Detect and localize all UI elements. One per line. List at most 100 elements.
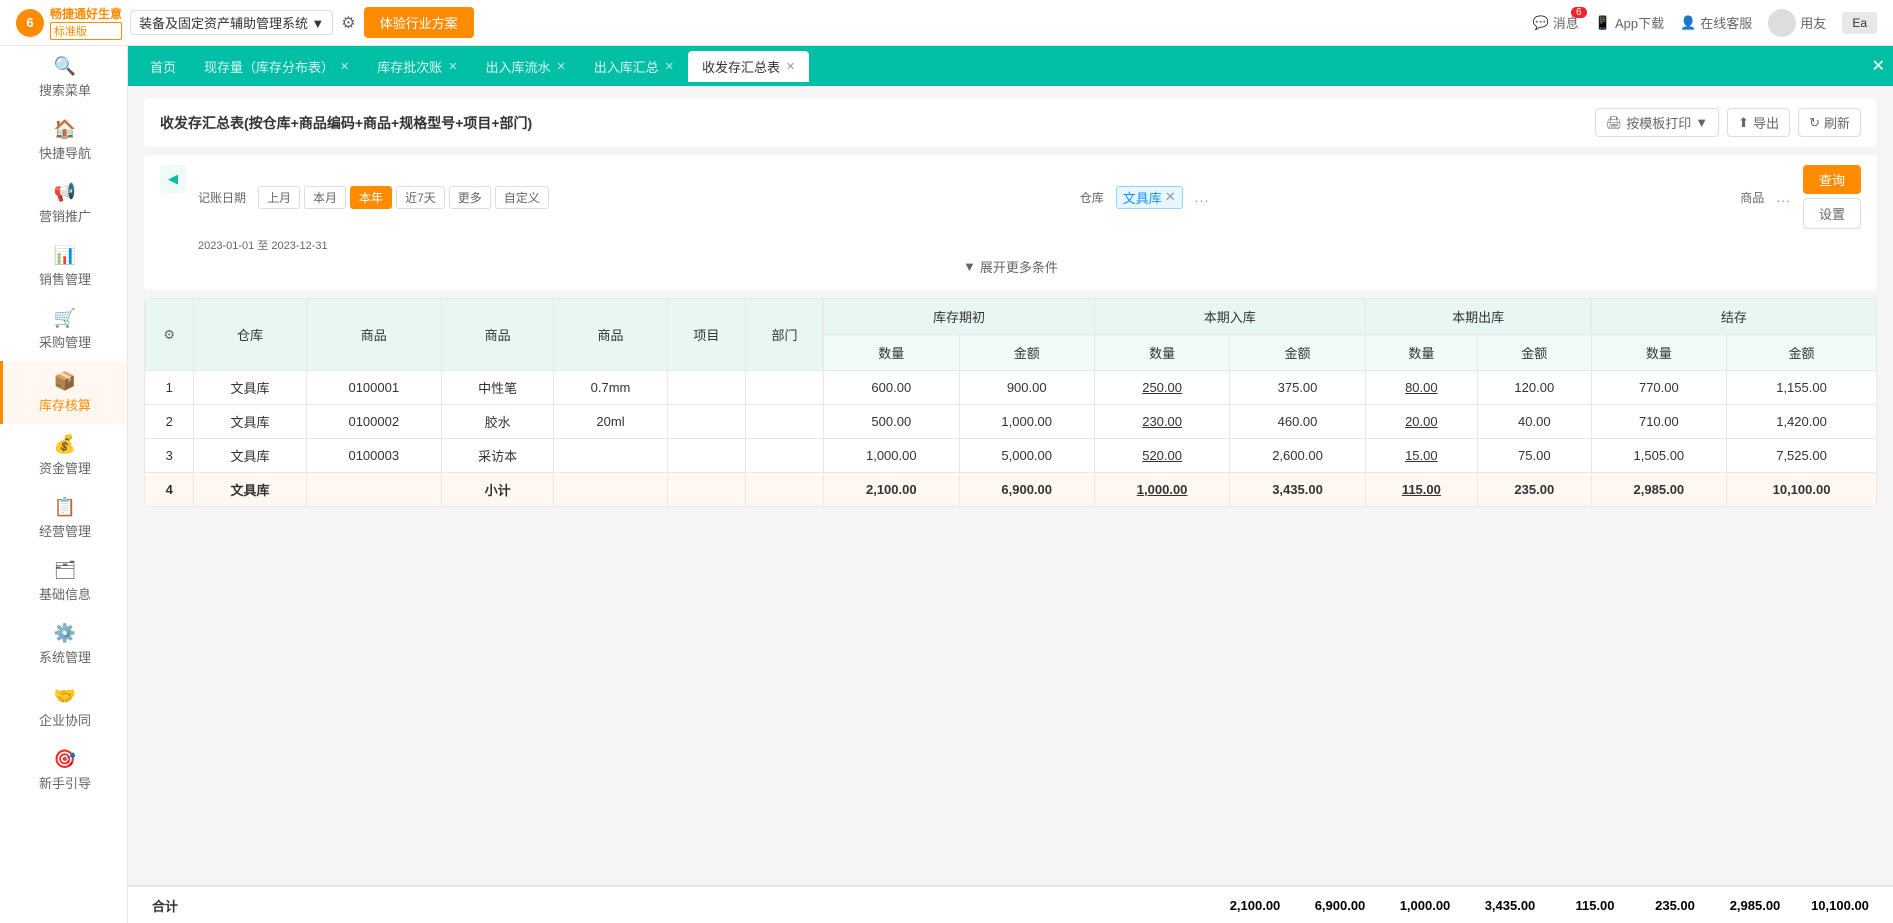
sidebar-item-operations[interactable]: 📋 经营管理 [0,487,127,550]
cell-dept [745,405,823,439]
tab-bar-close[interactable]: ✕ [1872,56,1885,76]
table-settings-icon[interactable]: ⚙ [163,327,175,342]
date-btn-more[interactable]: 更多 [449,186,491,209]
th-qty-init: 数量 [824,335,959,371]
guide-icon: 🎯 [54,749,76,770]
query-button[interactable]: 查询 [1803,165,1861,194]
date-btn-this-month[interactable]: 本月 [304,186,346,209]
tab-flow[interactable]: 出入库流水 ✕ [471,51,579,82]
sidebar-item-purchase[interactable]: 🛒 采购管理 [0,298,127,361]
cell-amt-init: 6,900.00 [959,473,1094,507]
sidebar-item-marketing[interactable]: 📢 营销推广 [0,172,127,235]
goods-more-dots[interactable]: ... [1776,189,1791,205]
footer-qty-out: 115.00 [1555,898,1635,913]
app-download-item[interactable]: 📱 App下载 [1595,13,1664,32]
date-btn-last-month[interactable]: 上月 [258,186,300,209]
cell-amt-bal: 1,155.00 [1727,371,1877,405]
cell-qty-init: 2,100.00 [824,473,959,507]
purchase-icon: 🛒 [54,308,76,329]
sidebar-item-collab[interactable]: 🤝 企业协同 [0,676,127,739]
date-btn-this-year[interactable]: 本年 [350,186,392,209]
tab-close-batch[interactable]: ✕ [448,60,457,73]
date-btn-custom[interactable]: 自定义 [495,186,549,209]
sidebar-item-inventory[interactable]: 📦 库存核算 [0,361,127,424]
cell-qty-out[interactable]: 20.00 [1365,405,1477,439]
tab-home[interactable]: 首页 [136,51,190,82]
sidebar-item-guide[interactable]: 🎯 新手引导 [0,739,127,802]
cell-name: 中性笔 [442,371,554,405]
warehouse-more-dots[interactable]: ... [1195,189,1210,205]
cell-qty-in[interactable]: 250.00 [1094,371,1229,405]
cell-qty-in[interactable]: 520.00 [1094,439,1229,473]
warehouse-filter-label: 仓库 [1080,189,1104,206]
refresh-button[interactable]: ↻ 刷新 [1798,108,1861,137]
collab-icon: 🤝 [54,686,76,707]
sidebar-item-sales[interactable]: 📊 销售管理 [0,235,127,298]
th-in: 本期入库 [1094,299,1365,335]
cell-qty-in[interactable]: 230.00 [1094,405,1229,439]
tab-close-flow[interactable]: ✕ [557,60,566,73]
settings-icon[interactable]: ⚙ [341,13,355,33]
cell-spec [554,439,668,473]
inventory-icon: 📦 [54,371,76,392]
collapse-btn[interactable]: ◀ [160,165,186,193]
cell-qty-out[interactable]: 80.00 [1365,371,1477,405]
logo-icon: 6 [16,9,44,37]
cell-amt-in: 3,435.00 [1230,473,1365,507]
logo-area: 6 畅捷通好生意 标准版 [16,5,122,40]
cell-no: 2 [145,405,194,439]
message-badge: 6 [1571,7,1587,18]
th-qty-out: 数量 [1365,335,1477,371]
cell-qty-out[interactable]: 115.00 [1365,473,1477,507]
tab-receipt-issue[interactable]: 收发存汇总表 ✕ [688,51,809,82]
header-left: 6 畅捷通好生意 标准版 装备及固定资产辅助管理系统 ▼ ⚙ 体验行业方案 [16,5,474,40]
sidebar: 🔍 搜索菜单 🏠 快捷导航 📢 营销推广 📊 销售管理 🛒 采购管理 📦 库存核… [0,46,128,923]
tab-batch[interactable]: 库存批次账 ✕ [363,51,471,82]
user-item[interactable]: 用友 [1768,9,1826,37]
sidebar-item-quicknav[interactable]: 🏠 快捷导航 [0,109,127,172]
trial-button[interactable]: 体验行业方案 [364,7,474,38]
th-out: 本期出库 [1365,299,1591,335]
chevron-down-icon: ▼ [1695,115,1708,130]
tab-close-summary[interactable]: ✕ [665,60,674,73]
cell-qty-out[interactable]: 15.00 [1365,439,1477,473]
tab-summary[interactable]: 出入库汇总 ✕ [580,51,688,82]
table-row: 1文具库0100001中性笔0.7mm600.00900.00250.00375… [145,371,1877,405]
content-area: 首页 现存量（库存分布表） ✕ 库存批次账 ✕ 出入库流水 ✕ 出入库汇总 ✕ … [128,46,1893,923]
table-wrapper: ⚙ 仓库 商品 商品 商品 项目 部门 库存期初 本期入库 本期出库 结存 [144,298,1877,507]
settings-button[interactable]: 设置 [1803,198,1861,229]
footer-total-values: 2,100.00 6,900.00 1,000.00 3,435.00 115.… [456,898,1885,913]
cell-amt-init: 900.00 [959,371,1094,405]
cell-no: 3 [145,439,194,473]
tab-close-stock-dist[interactable]: ✕ [340,60,349,73]
th-qty-bal: 数量 [1591,335,1726,371]
system-select[interactable]: 装备及固定资产辅助管理系统 ▼ [130,10,333,35]
sidebar-item-basicinfo[interactable]: 🗂 基础信息 [0,550,127,613]
sidebar-item-finance[interactable]: 💰 资金管理 [0,424,127,487]
warehouse-tag-close[interactable]: ✕ [1165,189,1176,205]
export-button[interactable]: ⬆ 导出 [1727,108,1790,137]
th-name: 商品 [442,299,554,371]
sidebar-item-search[interactable]: 🔍 搜索菜单 [0,46,127,109]
cell-warehouse: 文具库 [194,473,306,507]
page-title-bar: 收发存汇总表(按仓库+商品编码+商品+规格型号+项目+部门) 🖨 按模板打印 ▼… [144,98,1877,147]
cell-amt-in: 460.00 [1230,405,1365,439]
date-buttons: 上月 本月 本年 近7天 更多 自定义 [258,186,549,209]
warehouse-tag[interactable]: 文具库 ✕ [1116,186,1183,209]
tab-stock-dist[interactable]: 现存量（库存分布表） ✕ [190,51,363,82]
message-icon-item[interactable]: 💬 消息 6 [1533,13,1579,32]
footer-bar: 合计 2,100.00 6,900.00 1,000.00 3,435.00 1… [128,885,1893,923]
refresh-icon: ↻ [1809,115,1820,131]
cell-amt-bal: 1,420.00 [1727,405,1877,439]
sidebar-item-system[interactable]: ⚙️ 系统管理 [0,613,127,676]
th-settings: ⚙ [145,299,194,371]
online-service-item[interactable]: 👤 在线客服 [1680,13,1752,32]
cell-qty-in[interactable]: 1,000.00 [1094,473,1229,507]
cell-project [667,405,745,439]
tab-close-receipt[interactable]: ✕ [786,60,795,73]
cell-no: 1 [145,371,194,405]
print-button[interactable]: 🖨 按模板打印 ▼ [1595,108,1719,137]
expand-button[interactable]: ▼ 展开更多条件 [963,257,1058,276]
date-btn-7days[interactable]: 近7天 [396,186,445,209]
cell-project [667,473,745,507]
